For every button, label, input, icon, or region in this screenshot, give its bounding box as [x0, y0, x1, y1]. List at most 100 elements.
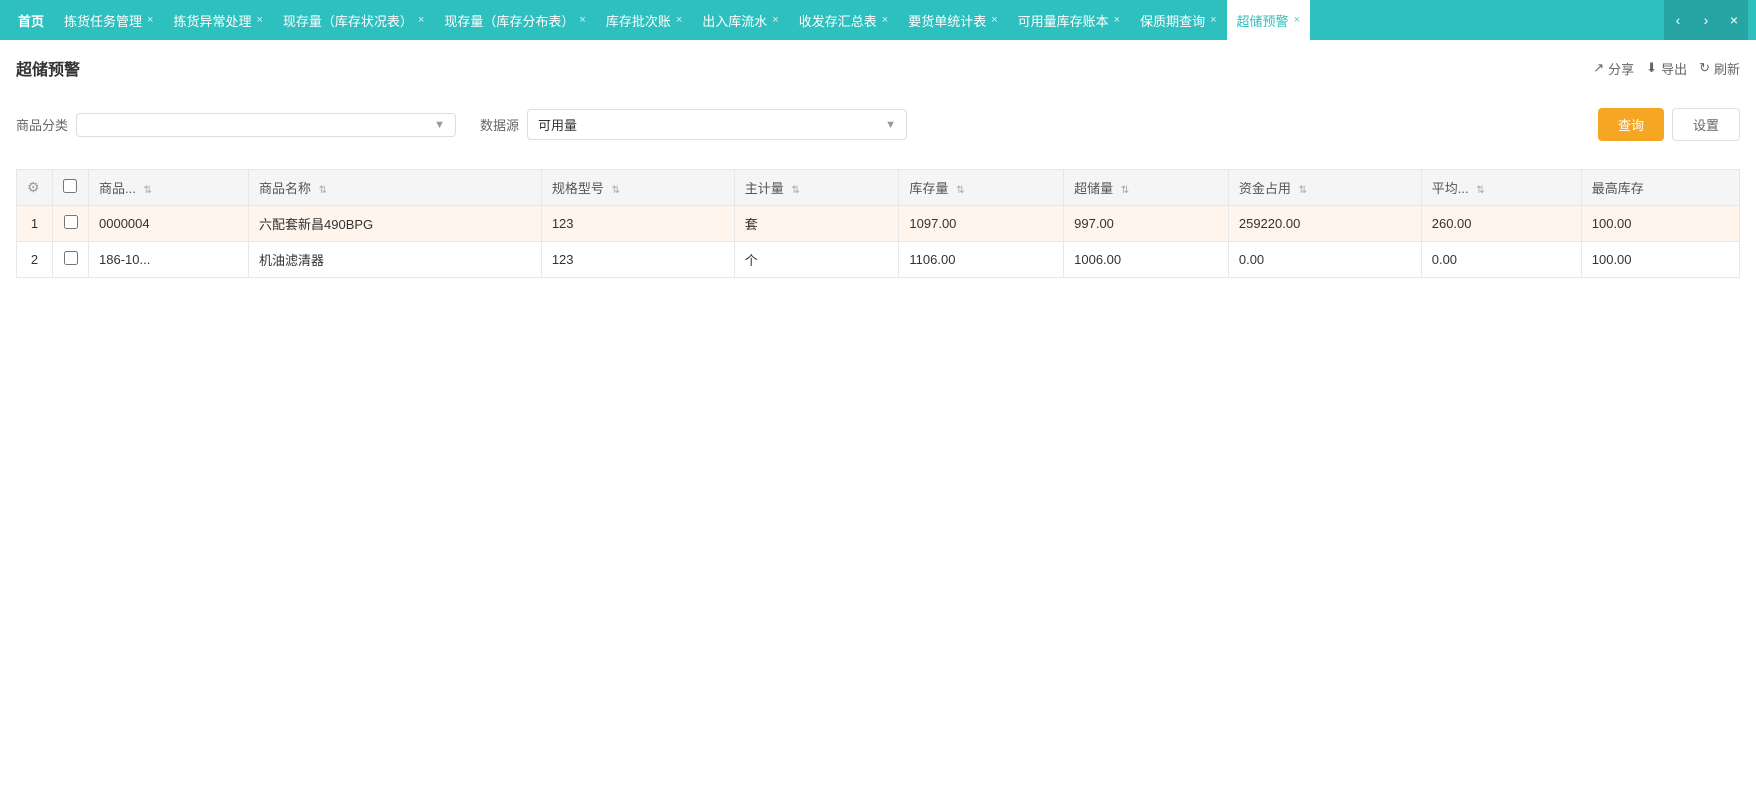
sort-unit-icon: ⇅	[791, 185, 799, 196]
th-spec[interactable]: 规格型号 ⇅	[541, 170, 734, 206]
refresh-icon: ↻	[1699, 60, 1710, 76]
cell-capital: 0.00	[1228, 242, 1421, 278]
nav-next-button[interactable]: ›	[1692, 0, 1720, 40]
page-content: 超储预警 ↗ 分享 ⬇ 导出 ↻ 刷新 商品分类 ▼ 数据源	[0, 40, 1756, 800]
close-available-account[interactable]: ×	[1114, 14, 1120, 26]
cell-avg: 260.00	[1421, 206, 1581, 242]
datasource-label: 数据源	[480, 115, 519, 134]
close-inout-flow[interactable]: ×	[772, 14, 778, 26]
cell-overstock: 997.00	[1064, 206, 1229, 242]
cell-spec: 123	[541, 242, 734, 278]
category-filter: 商品分类 ▼	[16, 113, 456, 137]
page-header: 超储预警 ↗ 分享 ⬇ 导出 ↻ 刷新	[16, 56, 1740, 80]
query-button[interactable]: 查询	[1598, 108, 1664, 141]
share-icon: ↗	[1593, 60, 1604, 76]
filter-actions: 查询 设置	[1598, 108, 1740, 141]
close-overstock-warning[interactable]: ×	[1294, 14, 1300, 26]
nav-expiry-query[interactable]: 保质期查询 ×	[1130, 0, 1226, 40]
top-nav: 首页 拣货任务管理 × 拣货异常处理 × 现存量（库存状况表） × 现存量（库存…	[0, 0, 1756, 40]
close-batch-account[interactable]: ×	[676, 14, 682, 26]
sort-stock-icon: ⇅	[956, 185, 964, 196]
nav-collect-summary[interactable]: 收发存汇总表 ×	[789, 0, 898, 40]
nav-inventory-status[interactable]: 现存量（库存状况表） ×	[273, 0, 434, 40]
cell-max-stock: 100.00	[1581, 242, 1739, 278]
nav-order-stats[interactable]: 要货单统计表 ×	[898, 0, 1007, 40]
th-checkbox[interactable]	[53, 170, 89, 206]
close-task-mgmt[interactable]: ×	[147, 14, 153, 26]
datasource-filter: 数据源 可用量 ▼	[480, 109, 907, 140]
th-unit[interactable]: 主计量 ⇅	[734, 170, 899, 206]
th-avg[interactable]: 平均... ⇅	[1421, 170, 1581, 206]
table-row: 1 0000004 六配套新昌490BPG 123 套 1097.00 997.…	[17, 206, 1740, 242]
header-actions: ↗ 分享 ⬇ 导出 ↻ 刷新	[1593, 59, 1740, 78]
nav-close-button[interactable]: ×	[1720, 0, 1748, 40]
th-product-name[interactable]: 商品名称 ⇅	[249, 170, 542, 206]
sort-spec-icon: ⇅	[611, 185, 619, 196]
cell-max-stock: 100.00	[1581, 206, 1739, 242]
sort-overstock-icon: ⇅	[1121, 185, 1129, 196]
close-expiry-query[interactable]: ×	[1210, 14, 1216, 26]
row-checkbox[interactable]	[64, 215, 78, 229]
datasource-value: 可用量	[538, 115, 577, 134]
export-button[interactable]: ⬇ 导出	[1646, 59, 1687, 78]
export-icon: ⬇	[1646, 60, 1657, 76]
settings-button[interactable]: 设置	[1672, 108, 1740, 141]
row-checkbox[interactable]	[64, 251, 78, 265]
close-abnormal[interactable]: ×	[256, 14, 262, 26]
row-index: 1	[17, 206, 53, 242]
th-settings[interactable]	[17, 170, 53, 206]
nav-inventory-dist[interactable]: 现存量（库存分布表） ×	[434, 0, 595, 40]
cell-product-name: 六配套新昌490BPG	[249, 206, 542, 242]
filter-bar: 商品分类 ▼ 数据源 可用量 ▼ 查询 设置	[16, 96, 1740, 153]
th-max-stock[interactable]: 最高库存	[1581, 170, 1739, 206]
category-label: 商品分类	[16, 115, 68, 134]
nav-task-mgmt[interactable]: 拣货任务管理 ×	[54, 0, 163, 40]
cell-spec: 123	[541, 206, 734, 242]
nav-prev-button[interactable]: ‹	[1664, 0, 1692, 40]
sort-capital-icon: ⇅	[1299, 185, 1307, 196]
nav-abnormal[interactable]: 拣货异常处理 ×	[163, 0, 272, 40]
datasource-chevron-icon: ▼	[885, 119, 896, 131]
nav-arrows: ‹ › ×	[1664, 0, 1748, 40]
cell-unit: 套	[734, 206, 899, 242]
share-button[interactable]: ↗ 分享	[1593, 59, 1634, 78]
th-overstock[interactable]: 超储量 ⇅	[1064, 170, 1229, 206]
close-collect-summary[interactable]: ×	[882, 14, 888, 26]
th-stock[interactable]: 库存量 ⇅	[899, 170, 1064, 206]
nav-available-account[interactable]: 可用量库存账本 ×	[1008, 0, 1130, 40]
cell-overstock: 1006.00	[1064, 242, 1229, 278]
close-inventory-status[interactable]: ×	[418, 14, 424, 26]
table-header-row: 商品... ⇅ 商品名称 ⇅ 规格型号 ⇅ 主计量 ⇅ 库存量 ⇅	[17, 170, 1740, 206]
sort-product-code-icon: ⇅	[143, 185, 151, 196]
row-index: 2	[17, 242, 53, 278]
category-select[interactable]: ▼	[76, 113, 456, 137]
row-checkbox-cell[interactable]	[53, 206, 89, 242]
page-title: 超储预警	[16, 56, 80, 80]
sort-product-name-icon: ⇅	[319, 185, 327, 196]
row-checkbox-cell[interactable]	[53, 242, 89, 278]
cell-avg: 0.00	[1421, 242, 1581, 278]
cell-stock: 1097.00	[899, 206, 1064, 242]
sort-avg-icon: ⇅	[1476, 185, 1484, 196]
select-all-checkbox[interactable]	[63, 179, 77, 193]
cell-product-name: 机油滤清器	[249, 242, 542, 278]
nav-home[interactable]: 首页	[8, 0, 54, 40]
nav-overstock-warning[interactable]: 超储预警 ×	[1227, 0, 1310, 40]
cell-unit: 个	[734, 242, 899, 278]
data-table: 商品... ⇅ 商品名称 ⇅ 规格型号 ⇅ 主计量 ⇅ 库存量 ⇅	[16, 169, 1740, 278]
th-capital[interactable]: 资金占用 ⇅	[1228, 170, 1421, 206]
datasource-select[interactable]: 可用量 ▼	[527, 109, 907, 140]
gear-icon	[27, 180, 40, 195]
nav-inout-flow[interactable]: 出入库流水 ×	[692, 0, 788, 40]
cell-product-code: 186-10...	[89, 242, 249, 278]
th-product-code[interactable]: 商品... ⇅	[89, 170, 249, 206]
refresh-button[interactable]: ↻ 刷新	[1699, 59, 1740, 78]
cell-stock: 1106.00	[899, 242, 1064, 278]
nav-batch-account[interactable]: 库存批次账 ×	[596, 0, 692, 40]
cell-product-code: 0000004	[89, 206, 249, 242]
close-order-stats[interactable]: ×	[991, 14, 997, 26]
table-row: 2 186-10... 机油滤清器 123 个 1106.00 1006.00 …	[17, 242, 1740, 278]
close-inventory-dist[interactable]: ×	[579, 14, 585, 26]
category-chevron-icon: ▼	[434, 119, 445, 131]
cell-capital: 259220.00	[1228, 206, 1421, 242]
